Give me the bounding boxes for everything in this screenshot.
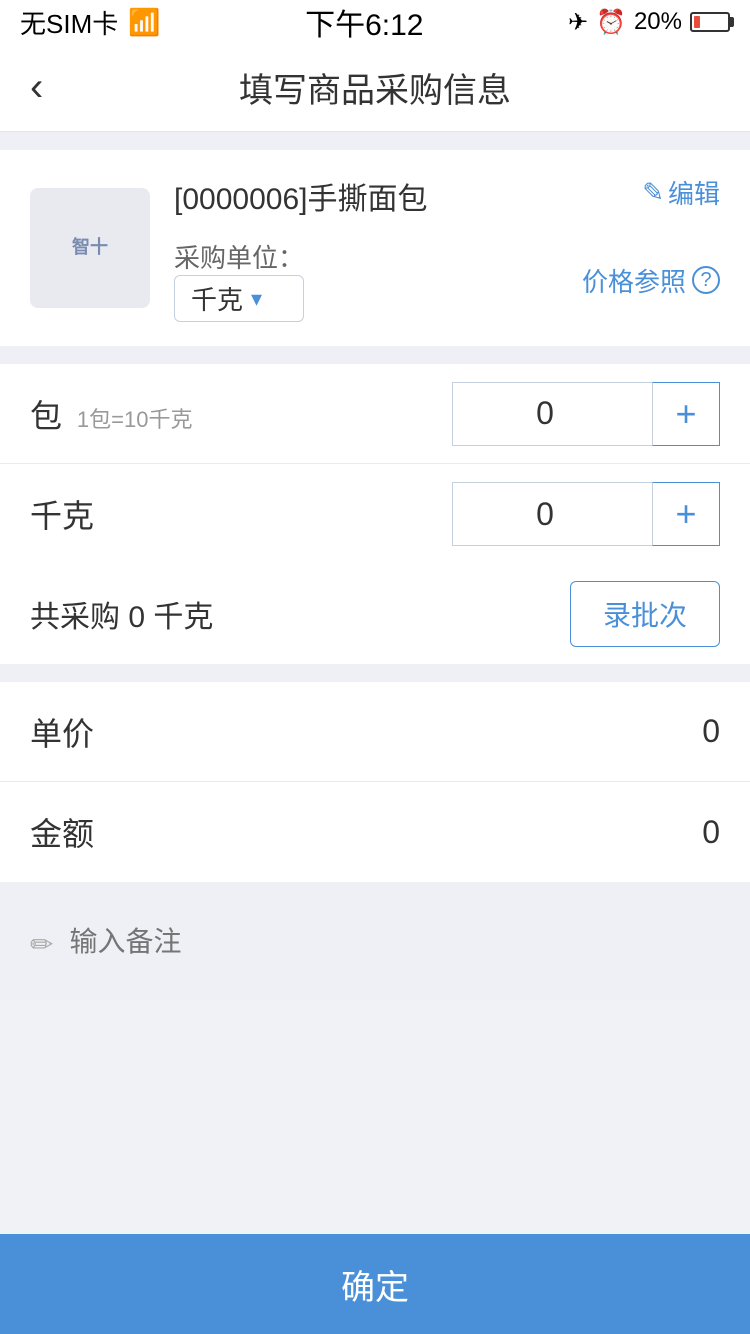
status-time: 下午6:12 xyxy=(305,0,423,44)
product-thumbnail: 智十 xyxy=(30,188,150,308)
status-bar: 无SIM卡 📶 下午6:12 ✈ ⏰ 20% xyxy=(0,0,750,44)
edit-icon: ✎ xyxy=(642,177,664,208)
wifi-icon: 📶 xyxy=(128,7,160,38)
confirm-bar[interactable]: 确定 xyxy=(0,1234,750,1334)
page-title: 填写商品采购信息 xyxy=(239,63,511,112)
unit-price-label: 单价 xyxy=(30,709,94,755)
unit-price-value: 0 xyxy=(702,713,720,750)
unit-row: 采购单位： 千克 ▾ 价格参照 ? xyxy=(174,238,720,322)
bao-label: 包 1包=10千克 xyxy=(30,391,192,437)
kg-quantity-input[interactable] xyxy=(452,482,652,546)
bao-input-row: 包 1包=10千克 + xyxy=(0,364,750,464)
kg-input-row: 千克 + xyxy=(0,464,750,564)
bao-quantity-input[interactable] xyxy=(452,382,652,446)
kg-label: 千克 xyxy=(30,491,150,537)
product-header: [0000006]手撕面包 ✎ 编辑 xyxy=(174,174,720,218)
product-info: [0000006]手撕面包 ✎ 编辑 采购单位： 千克 ▾ 价格参照 ? xyxy=(174,174,720,322)
location-icon: ✈ xyxy=(568,8,588,37)
status-right: ✈ ⏰ 20% xyxy=(568,8,730,37)
main-content: 智十 [0000006]手撕面包 ✎ 编辑 采购单位： 千克 ▾ xyxy=(0,150,750,1110)
kg-controls: + xyxy=(452,482,720,546)
bao-controls: + xyxy=(452,382,720,446)
battery-percent: 20% xyxy=(634,8,682,36)
product-name: [0000006]手撕面包 xyxy=(174,174,427,218)
dropdown-arrow-icon: ▾ xyxy=(251,286,262,312)
pencil-icon: ✏ xyxy=(30,928,53,961)
edit-button[interactable]: ✎ 编辑 xyxy=(642,174,720,211)
battery-fill xyxy=(694,16,700,28)
section-divider-4 xyxy=(0,882,750,900)
unit-label: 采购单位： 千克 ▾ xyxy=(174,238,304,322)
price-section: 单价 0 金额 0 xyxy=(0,682,750,882)
amount-row: 金额 0 xyxy=(0,782,750,882)
section-divider-3 xyxy=(0,664,750,682)
unit-price-row: 单价 0 xyxy=(0,682,750,782)
back-button[interactable]: ‹ xyxy=(30,65,43,110)
kg-plus-button[interactable]: + xyxy=(652,482,720,546)
bao-sublabel: 1包=10千克 xyxy=(77,407,193,432)
remark-area: ✏ xyxy=(0,900,750,1000)
price-ref-button[interactable]: 价格参照 ? xyxy=(582,262,720,299)
battery-cap xyxy=(730,17,734,27)
batch-button[interactable]: 录批次 xyxy=(570,581,720,647)
carrier-text: 无SIM卡 xyxy=(20,4,118,41)
amount-label: 金额 xyxy=(30,809,94,855)
summary-row: 共采购 0 千克 录批次 xyxy=(0,564,750,664)
remark-input[interactable] xyxy=(69,926,720,958)
unit-select[interactable]: 千克 ▾ xyxy=(174,275,304,322)
alarm-icon: ⏰ xyxy=(596,8,626,37)
confirm-button-label: 确定 xyxy=(341,1260,409,1309)
nav-bar: ‹ 填写商品采购信息 xyxy=(0,44,750,132)
amount-value: 0 xyxy=(702,814,720,851)
battery-icon xyxy=(690,12,730,32)
section-divider-2 xyxy=(0,346,750,364)
product-card: 智十 [0000006]手撕面包 ✎ 编辑 采购单位： 千克 ▾ xyxy=(0,150,750,346)
product-logo: 智十 xyxy=(72,237,108,259)
bao-plus-button[interactable]: + xyxy=(652,382,720,446)
info-icon: ? xyxy=(692,266,720,294)
summary-text: 共采购 0 千克 xyxy=(30,592,213,636)
status-left: 无SIM卡 📶 xyxy=(20,4,161,41)
section-divider xyxy=(0,132,750,150)
quantity-section: 包 1包=10千克 + 千克 + xyxy=(0,364,750,564)
